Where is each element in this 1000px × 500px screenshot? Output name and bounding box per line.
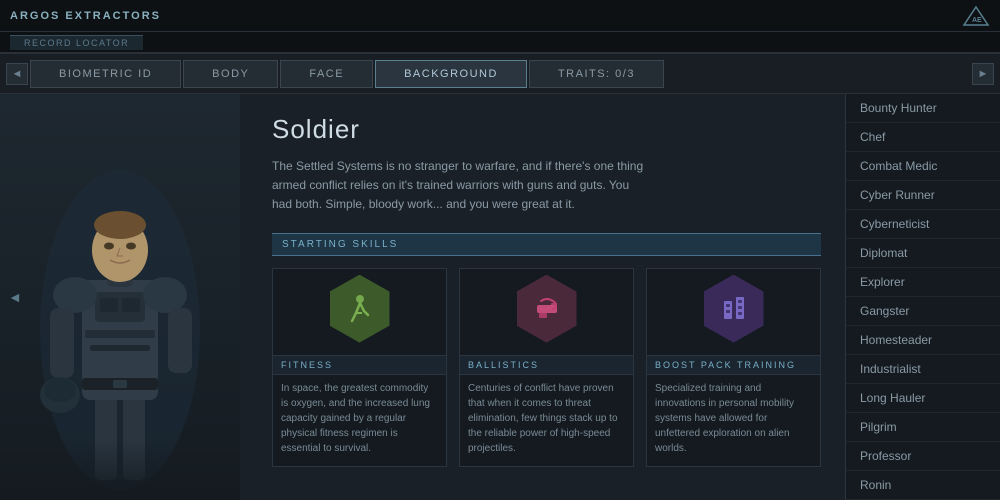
list-item[interactable]: Cyber Runner [846,181,1000,210]
skill-name-fitness: FITNESS [273,355,446,375]
skill-icon-area-boostpack [647,269,820,349]
character-panel: ◄ [0,94,240,500]
app-title: ARGOS EXTRACTORS [10,10,161,22]
skill-desc-boostpack: Specialized training and innovations in … [647,381,820,456]
tab-biometric-id[interactable]: BIOMETRIC ID [30,60,181,88]
skill-card-fitness: FITNESS In space, the greatest commodity… [272,268,447,467]
nav-left-arrow[interactable]: ◄ [6,63,28,85]
character-display [0,94,240,500]
boostpack-icon [716,291,752,327]
skill-badge-boostpack [704,275,764,343]
ae-logo: AE [962,5,990,27]
skill-badge-fitness [330,275,390,343]
tab-body[interactable]: BODY [183,60,278,88]
top-bar: ARGOS EXTRACTORS AE [0,0,1000,32]
list-item[interactable]: Gangster [846,297,1000,326]
list-item[interactable]: Industrialist [846,355,1000,384]
background-description: The Settled Systems is no stranger to wa… [272,157,652,215]
background-list-panel: Bounty HunterChefCombat MedicCyber Runne… [845,94,1000,500]
list-item[interactable]: Bounty Hunter [846,94,1000,123]
tab-background[interactable]: BACKGROUND [375,60,527,88]
record-locator-bar: RECORD LOCATOR [0,32,1000,54]
list-item[interactable]: Combat Medic [846,152,1000,181]
skill-card-ballistics: BALLISTICS Centuries of conflict have pr… [459,268,634,467]
list-item[interactable]: Cyberneticist [846,210,1000,239]
list-item[interactable]: Chef [846,123,1000,152]
skill-desc-fitness: In space, the greatest commodity is oxyg… [273,381,446,456]
ballistics-icon [529,291,565,327]
character-svg [20,130,220,500]
list-item[interactable]: Professor [846,442,1000,471]
skill-name-boostpack: BOOST PACK TRAINING [647,355,820,375]
skill-badge-ballistics [517,275,577,343]
skill-name-ballistics: BALLISTICS [460,355,633,375]
skill-icon-area-fitness [273,269,446,349]
info-panel: Soldier The Settled Systems is no strang… [240,94,845,500]
skill-desc-ballistics: Centuries of conflict have proven that w… [460,381,633,456]
nav-right-arrow[interactable]: ► [972,63,994,85]
main-content: ◄ [0,94,1000,500]
list-item[interactable]: Homesteader [846,326,1000,355]
tab-traits[interactable]: TRAITS: 0/3 [529,60,664,88]
tab-face[interactable]: FACE [280,60,373,88]
character-left-arrow[interactable]: ◄ [8,289,22,305]
background-title: Soldier [272,114,821,145]
skill-card-boostpack: BOOST PACK TRAINING Specialized training… [646,268,821,467]
list-item[interactable]: Explorer [846,268,1000,297]
record-locator-label: RECORD LOCATOR [10,35,143,50]
skill-icon-area-ballistics [460,269,633,349]
list-item[interactable]: Long Hauler [846,384,1000,413]
nav-tabs: ◄ BIOMETRIC ID BODY FACE BACKGROUND TRAI… [0,54,1000,94]
starting-skills-header: STARTING SKILLS [272,233,821,256]
list-item[interactable]: Ronin [846,471,1000,500]
skills-grid: FITNESS In space, the greatest commodity… [272,268,821,467]
list-item[interactable]: Diplomat [846,239,1000,268]
svg-text:AE: AE [972,17,982,24]
fitness-icon [342,291,378,327]
list-item[interactable]: Pilgrim [846,413,1000,442]
